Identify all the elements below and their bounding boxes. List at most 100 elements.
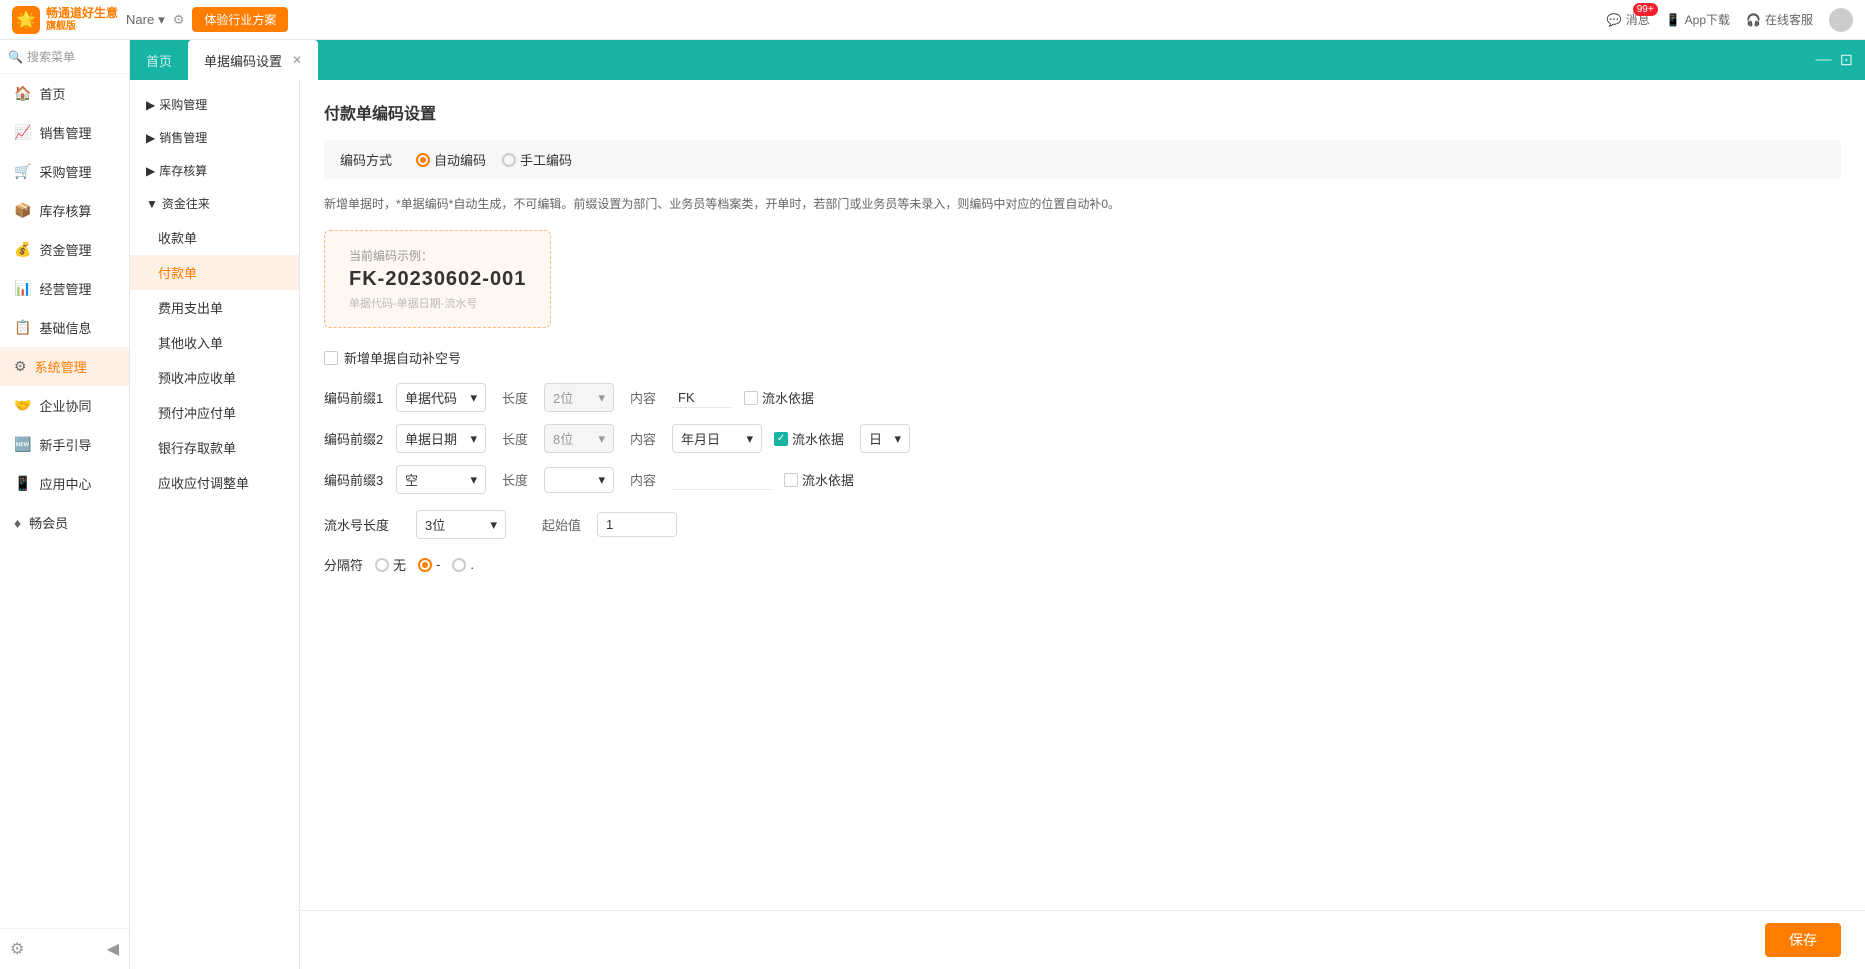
- sub-sidebar-inventory-label: 库存核算: [159, 162, 207, 179]
- tab-close-icon[interactable]: ✕: [292, 53, 302, 67]
- tab-maximize-icon[interactable]: ⊡: [1840, 50, 1853, 70]
- finance-icon: 💰: [14, 241, 31, 258]
- sidebar-item-vip[interactable]: ♦ 畅会员: [0, 503, 129, 542]
- save-button[interactable]: 保存: [1765, 923, 1841, 957]
- settings-icon[interactable]: ⚙: [173, 12, 185, 28]
- prefix1-content-input[interactable]: [672, 388, 732, 408]
- search-icon: 🔍: [8, 50, 23, 64]
- separator-dot-radio[interactable]: .: [452, 557, 474, 572]
- prefix1-watermark-label: 流水依据: [762, 388, 814, 407]
- sub-sidebar-item-expense[interactable]: 费用支出单: [130, 290, 299, 325]
- prefix3-select[interactable]: 空 ▾: [396, 465, 486, 494]
- prefix1-length-value: 2位: [553, 388, 573, 407]
- prefix2-select[interactable]: 单据日期 ▾: [396, 424, 486, 453]
- prefix3-length-select[interactable]: ▾: [544, 467, 614, 493]
- tab-minimize-icon[interactable]: —: [1816, 51, 1832, 69]
- prefix3-content-label: 内容: [630, 470, 656, 489]
- sub-sidebar-item-adjustment[interactable]: 应收应付调整单: [130, 465, 299, 500]
- sidebar-item-inventory-label: 库存核算: [39, 201, 91, 220]
- separator-none-label: 无: [393, 555, 406, 574]
- prefix2-content-value: 年月日: [681, 429, 720, 448]
- sidebar-item-operations[interactable]: 📊 经营管理: [0, 269, 129, 308]
- sidebar-item-finance[interactable]: 💰 资金管理: [0, 230, 129, 269]
- prefix2-content-select[interactable]: 年月日 ▾: [672, 424, 762, 453]
- sub-sidebar-item-payment[interactable]: 付款单: [130, 255, 299, 290]
- prefix2-select-value: 单据日期: [405, 429, 457, 448]
- prefix3-label: 编码前缀3: [324, 470, 384, 489]
- user-avatar[interactable]: [1829, 8, 1853, 32]
- company-dropdown[interactable]: Nare ▾: [126, 12, 165, 28]
- prefix2-select-arrow: ▾: [470, 431, 477, 447]
- sub-sidebar-item-prepayment[interactable]: 预付冲应付单: [130, 395, 299, 430]
- tab-home[interactable]: 首页: [130, 40, 188, 80]
- start-value-label: 起始值: [542, 515, 581, 534]
- basic-icon: 📋: [14, 319, 31, 336]
- sidebar-item-system[interactable]: ⚙ 系统管理: [0, 347, 129, 386]
- auto-fill-checkbox[interactable]: [324, 351, 338, 365]
- sub-sidebar-group-capital: ▼ 资金往来 收款单 付款单 费用支出单 其他收入单 预收冲应收单 预付冲应付单…: [130, 187, 299, 500]
- sidebar-item-system-label: 系统管理: [35, 357, 87, 376]
- prefix2-watermark-checkbox-row[interactable]: 流水依据: [774, 429, 844, 448]
- separator-dash-radio[interactable]: -: [418, 557, 440, 572]
- top-bar: 🌟 畅通道好生意 旗舰版 Nare ▾ ⚙ 体验行业方案 💬 消息 99+ 📱 …: [0, 0, 1865, 40]
- prefix2-unit-select[interactable]: 日 ▾: [860, 424, 910, 453]
- auto-fill-checkbox-row[interactable]: 新增单据自动补空号: [324, 348, 1841, 367]
- sub-sidebar-sales-label: 销售管理: [159, 129, 207, 146]
- sub-sidebar-group-inventory-title[interactable]: ▶ 库存核算: [130, 154, 299, 187]
- prefix3-content-input[interactable]: [672, 470, 772, 490]
- prefix3-watermark-checkbox-row[interactable]: 流水依据: [784, 470, 854, 489]
- sidebar-item-inventory[interactable]: 📦 库存核算: [0, 191, 129, 230]
- sub-sidebar-arrow-purchase: ▶: [146, 98, 155, 112]
- online-service-button[interactable]: 🎧 在线客服: [1746, 11, 1813, 28]
- prefix2-content-label: 内容: [630, 429, 656, 448]
- auto-encode-radio[interactable]: 自动编码: [416, 150, 486, 169]
- sub-sidebar-arrow-inventory: ▶: [146, 164, 155, 178]
- app-download-button[interactable]: 📱 App下载: [1666, 11, 1730, 28]
- prefix3-select-arrow: ▾: [470, 472, 477, 488]
- tab-encoding[interactable]: 单据编码设置 ✕: [188, 40, 318, 80]
- prefix2-watermark-checkbox[interactable]: [774, 432, 788, 446]
- sidebar-item-basic[interactable]: 📋 基础信息: [0, 308, 129, 347]
- sub-sidebar-capital-label: 资金往来: [162, 195, 210, 212]
- start-value-input[interactable]: [597, 512, 677, 537]
- sub-sidebar-group-purchase-title[interactable]: ▶ 采购管理: [130, 88, 299, 121]
- sub-sidebar-purchase-label: 采购管理: [159, 96, 207, 113]
- sub-sidebar-item-prepayreceive[interactable]: 预收冲应收单: [130, 360, 299, 395]
- sub-sidebar-group-capital-title[interactable]: ▼ 资金往来: [130, 187, 299, 220]
- prefix3-select-value: 空: [405, 470, 418, 489]
- sidebar-search[interactable]: 🔍 搜索菜单: [0, 40, 129, 74]
- sidebar-item-sales[interactable]: 📈 销售管理: [0, 113, 129, 152]
- sidebar-item-partner[interactable]: 🤝 企业协同: [0, 386, 129, 425]
- prefix3-watermark-checkbox[interactable]: [784, 473, 798, 487]
- code-preview-label: 当前编码示例：: [349, 247, 526, 264]
- code-preview-box: 当前编码示例： FK-20230602-001 单据代码-单据日期-流水号: [324, 230, 551, 328]
- code-preview-value: FK-20230602-001: [349, 268, 526, 291]
- prefix1-select[interactable]: 单据代码 ▾: [396, 383, 486, 412]
- manual-encode-radio[interactable]: 手工编码: [502, 150, 572, 169]
- collapse-icon[interactable]: ◀: [107, 939, 119, 959]
- trial-button[interactable]: 体验行业方案: [192, 7, 288, 32]
- sub-sidebar-item-bankdeposit[interactable]: 银行存取款单: [130, 430, 299, 465]
- messages-button[interactable]: 💬 消息 99+: [1607, 11, 1650, 28]
- sub-sidebar-item-otherincome[interactable]: 其他收入单: [130, 325, 299, 360]
- settings-bottom-icon[interactable]: ⚙: [10, 939, 24, 959]
- prefix1-watermark-checkbox[interactable]: [744, 391, 758, 405]
- sidebar-item-finance-label: 资金管理: [39, 240, 91, 259]
- online-service-label: 在线客服: [1765, 11, 1813, 28]
- separator-none-radio-circle: [375, 558, 389, 572]
- sub-sidebar-item-receipt[interactable]: 收款单: [130, 220, 299, 255]
- message-icon: 💬: [1607, 13, 1622, 27]
- separator-none-radio[interactable]: 无: [375, 555, 406, 574]
- app-download-label: App下载: [1685, 11, 1730, 28]
- prefix1-watermark-checkbox-row[interactable]: 流水依据: [744, 388, 814, 407]
- sidebar-item-guide[interactable]: 🆕 新手引导: [0, 425, 129, 464]
- sidebar-item-purchase[interactable]: 🛒 采购管理: [0, 152, 129, 191]
- serial-length-select[interactable]: 3位 ▾: [416, 510, 506, 539]
- encode-method-radio-group: 自动编码 手工编码: [416, 150, 572, 169]
- sidebar-item-appcenter[interactable]: 📱 应用中心: [0, 464, 129, 503]
- service-icon: 🎧: [1746, 13, 1761, 27]
- sub-sidebar-group-sales-title[interactable]: ▶ 销售管理: [130, 121, 299, 154]
- sub-sidebar-group-inventory: ▶ 库存核算: [130, 154, 299, 187]
- sidebar-item-home[interactable]: 🏠 首页: [0, 74, 129, 113]
- form-row-prefix3: 编码前缀3 空 ▾ 长度 ▾ 内容: [324, 465, 1841, 494]
